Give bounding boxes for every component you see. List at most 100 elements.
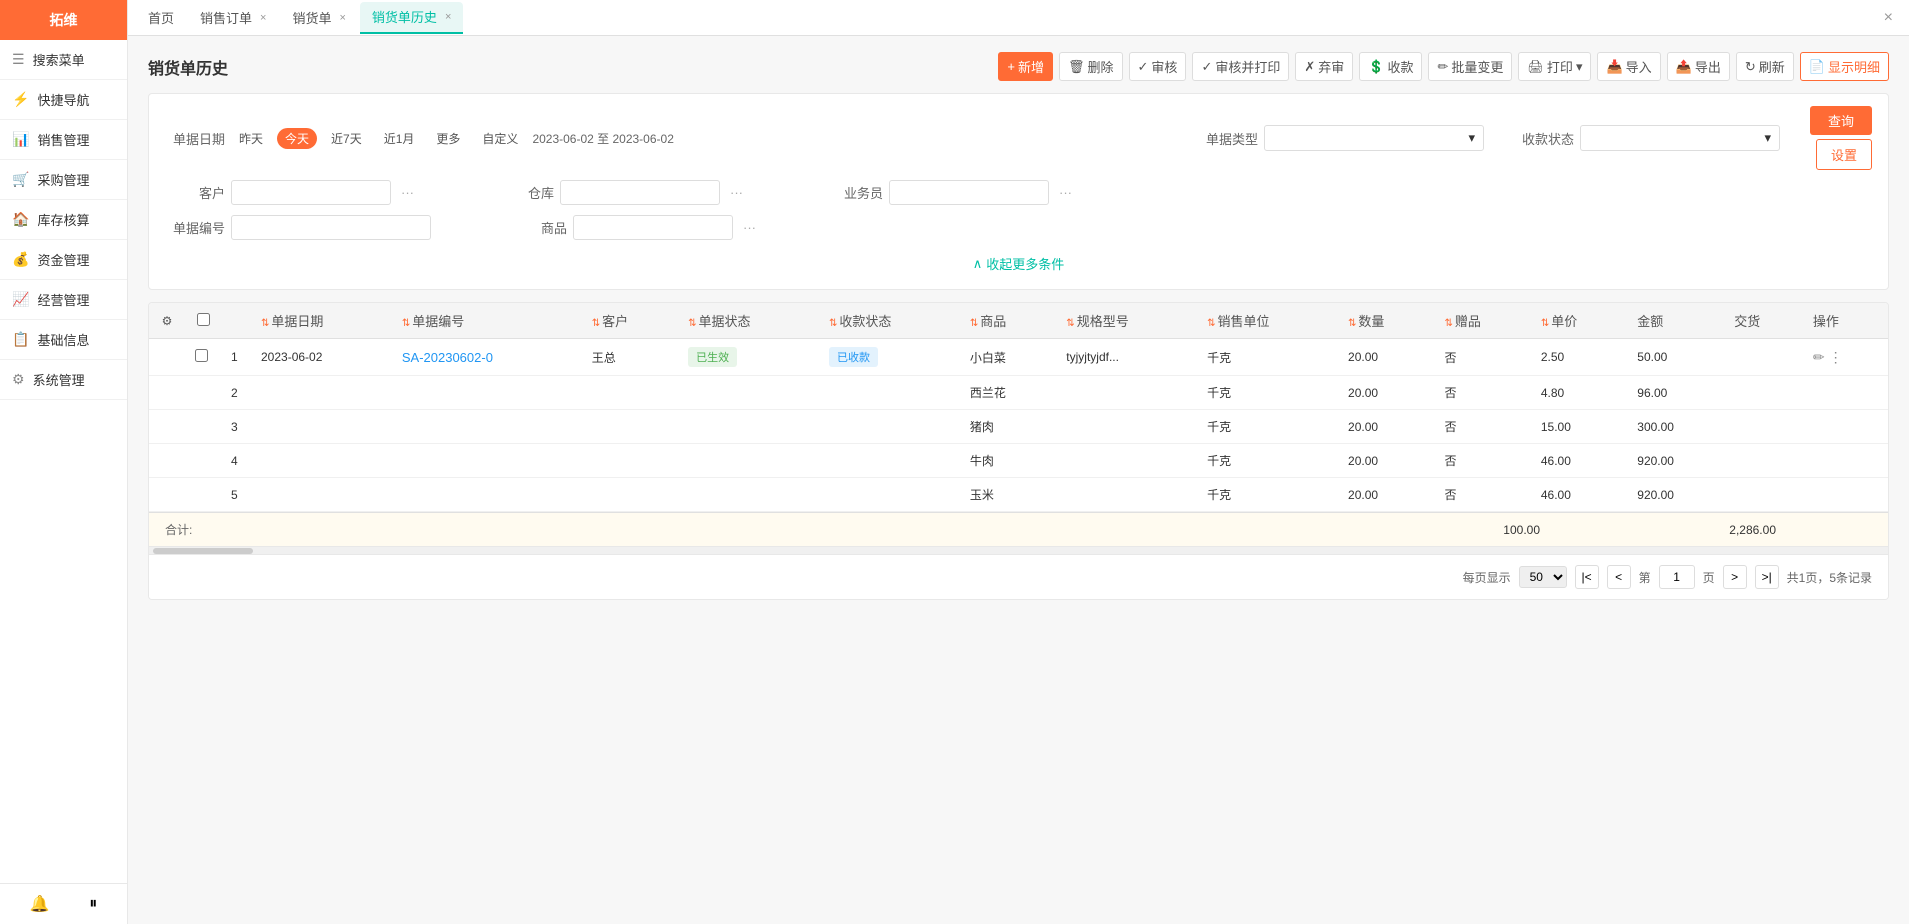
print-button[interactable]: 🖨 打印 ▾ [1518, 52, 1591, 81]
col-date[interactable]: ⇅单据日期 [251, 303, 392, 339]
col-spec[interactable]: ⇅规格型号 [1056, 303, 1197, 339]
col-settings[interactable]: ⚙ [149, 303, 185, 339]
notification-icon[interactable]: 🔔 [30, 894, 50, 914]
inventory-icon: 🏠 [12, 211, 29, 228]
col-customer[interactable]: ⇅客户 [582, 303, 678, 339]
date-tag-1month[interactable]: 近1月 [376, 128, 423, 149]
filter-area: 单据日期 昨天 今天 近7天 近1月 更多 自定义 2023-06-02 至 2… [148, 93, 1889, 290]
next-page-button[interactable]: > [1723, 565, 1747, 589]
sidebar-item-operations[interactable]: 📈 经营管理 [0, 280, 127, 320]
date-tag-more[interactable]: 更多 [428, 128, 468, 149]
date-tag-today[interactable]: 今天 [277, 128, 317, 149]
row-goods: 玉米 [960, 478, 1056, 512]
sales-rep-ellipsis[interactable]: ··· [1055, 183, 1076, 202]
close-all-tabs[interactable]: × [1876, 9, 1901, 27]
tab-sales-delivery[interactable]: 销货单 × [280, 2, 357, 34]
audit-print-button[interactable]: ✓ 审核并打印 [1192, 52, 1289, 81]
refresh-icon: ↻ [1745, 59, 1756, 75]
first-page-button[interactable]: |< [1575, 565, 1599, 589]
col-gift[interactable]: ⇅赠品 [1434, 303, 1530, 339]
scrollbar-thumb[interactable] [153, 548, 253, 554]
data-table: ⚙ ⇅单据日期 ⇅单据编号 ⇅客户 ⇅单据状态 ⇅收款状态 ⇅商品 ⇅规格型号 … [149, 303, 1888, 512]
export-button[interactable]: 📤 导出 [1667, 52, 1730, 81]
horizontal-scrollbar[interactable] [149, 546, 1888, 554]
date-tag-7days[interactable]: 近7天 [323, 128, 370, 149]
doc-no-input[interactable] [231, 215, 431, 240]
main-content: 首页 销售订单 × 销货单 × 销货单历史 × × 销货单历史 + 新增 🗑 删… [128, 0, 1909, 924]
batch-change-button[interactable]: ✏ 批量变更 [1428, 52, 1512, 81]
tab-sales-order[interactable]: 销售订单 × [188, 2, 278, 34]
chevron-up-icon: ∧ [973, 256, 983, 272]
pause-icon[interactable]: ⏸ [89, 895, 97, 913]
setting-button[interactable]: 设置 [1816, 139, 1872, 170]
filter-doc-no: 单据编号 [165, 215, 431, 240]
collect-button[interactable]: 💲 收款 [1359, 52, 1422, 81]
warehouse-input[interactable] [560, 180, 720, 205]
sidebar-item-search-menu[interactable]: ☰ 搜索菜单 [0, 40, 127, 80]
show-detail-button[interactable]: 📄 显示明细 [1800, 52, 1889, 81]
row-date [251, 376, 392, 410]
col-doc-status[interactable]: ⇅单据状态 [678, 303, 819, 339]
discard-button[interactable]: ✗ 弃审 [1295, 52, 1353, 81]
col-price[interactable]: ⇅单价 [1531, 303, 1627, 339]
footer-label: 合计: [165, 521, 192, 538]
tab-sales-history-close[interactable]: × [445, 11, 451, 23]
sales-rep-input[interactable] [889, 180, 1049, 205]
sidebar-item-quick-nav[interactable]: ⚡ 快捷导航 [0, 80, 127, 120]
sidebar-item-finance[interactable]: 💰 资金管理 [0, 240, 127, 280]
collapse-conditions[interactable]: ∧ 收起更多条件 [165, 250, 1872, 277]
row-qty: 20.00 [1338, 410, 1434, 444]
import-button[interactable]: 📥 导入 [1597, 52, 1660, 81]
last-page-button[interactable]: >| [1755, 565, 1779, 589]
row-doc-no [392, 376, 582, 410]
col-unit[interactable]: ⇅销售单位 [1197, 303, 1338, 339]
query-button[interactable]: 查询 [1810, 106, 1872, 135]
col-payment-status[interactable]: ⇅收款状态 [819, 303, 960, 339]
tab-sales-history[interactable]: 销货单历史 × [360, 2, 463, 34]
row-gift: 否 [1434, 339, 1530, 376]
add-button[interactable]: + 新增 [998, 52, 1053, 81]
payment-status-badge: 已收款 [829, 347, 878, 367]
prev-page-button[interactable]: < [1607, 565, 1631, 589]
sidebar-item-label: 系统管理 [33, 370, 85, 389]
doc-type-select[interactable]: ▾ [1264, 125, 1484, 151]
sales-rep-label: 业务员 [823, 183, 883, 202]
warehouse-ellipsis[interactable]: ··· [726, 183, 747, 202]
doc-no-link[interactable]: SA-20230602-0 [402, 350, 493, 365]
delete-button[interactable]: 🗑 删除 [1059, 52, 1123, 81]
more-action-icon[interactable]: ⋮ [1829, 349, 1843, 366]
payment-status-select[interactable]: ▾ [1580, 125, 1780, 151]
refresh-button[interactable]: ↻ 刷新 [1736, 52, 1794, 81]
row-customer: 王总 [582, 339, 678, 376]
col-qty[interactable]: ⇅数量 [1338, 303, 1434, 339]
goods-input[interactable] [573, 215, 733, 240]
edit-action-icon[interactable]: ✏ [1813, 349, 1825, 366]
sidebar-item-sys-mgmt[interactable]: ⚙ 系统管理 [0, 360, 127, 400]
doc-type-dropdown-icon: ▾ [1468, 130, 1475, 146]
row-checkbox[interactable] [195, 349, 208, 362]
page-number-input[interactable] [1659, 565, 1695, 589]
per-page-select[interactable]: 50 [1519, 566, 1567, 588]
goods-ellipsis[interactable]: ··· [739, 218, 760, 237]
select-all-checkbox[interactable] [197, 313, 210, 326]
customer-input[interactable] [231, 180, 391, 205]
sidebar-item-sales-mgmt[interactable]: 📊 销售管理 [0, 120, 127, 160]
finance-icon: 💰 [12, 251, 29, 268]
sidebar-item-purchase-mgmt[interactable]: 🛒 采购管理 [0, 160, 127, 200]
col-doc-no[interactable]: ⇅单据编号 [392, 303, 582, 339]
page-content: 销货单历史 + 新增 🗑 删除 ✓ 审核 ✓ 审核并打印 ✗ 弃审 [128, 36, 1909, 924]
col-goods[interactable]: ⇅商品 [960, 303, 1056, 339]
row-goods: 牛肉 [960, 444, 1056, 478]
sidebar-item-basic-info[interactable]: 📋 基础信息 [0, 320, 127, 360]
tab-home[interactable]: 首页 [136, 2, 186, 34]
sidebar-item-inventory[interactable]: 🏠 库存核算 [0, 200, 127, 240]
audit-button[interactable]: ✓ 审核 [1129, 52, 1187, 81]
batch-change-icon: ✏ [1437, 59, 1448, 75]
date-tag-custom[interactable]: 自定义 [474, 128, 526, 149]
date-tag-yesterday[interactable]: 昨天 [231, 128, 271, 149]
tab-sales-order-close[interactable]: × [260, 12, 266, 24]
customer-ellipsis[interactable]: ··· [397, 183, 418, 202]
row-price: 46.00 [1531, 478, 1627, 512]
tab-sales-delivery-close[interactable]: × [339, 12, 345, 24]
row-unit: 千克 [1197, 478, 1338, 512]
